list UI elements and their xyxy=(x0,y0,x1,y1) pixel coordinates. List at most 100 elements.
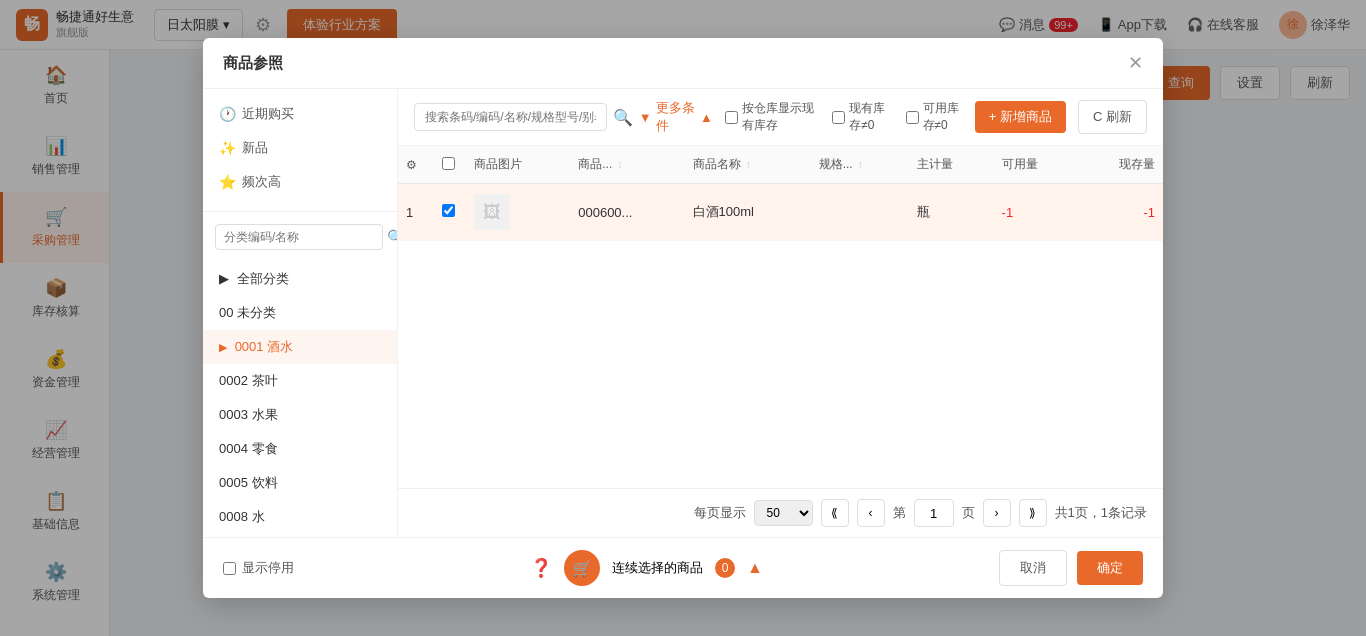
modal-footer: 显示停用 ❓ 🛒 连续选择的商品 0 ▲ 取消 确定 xyxy=(203,537,1163,598)
col-unit-label: 主计量 xyxy=(917,157,953,171)
checkbox-warehouse-stock[interactable]: 按仓库显示现有库存 xyxy=(725,100,816,134)
col-unit: 主计量 xyxy=(909,146,994,184)
filter-expand-icon: ▲ xyxy=(700,110,713,125)
cat0002-label: 0002 茶叶 xyxy=(219,373,278,388)
more-filter-button[interactable]: ▼ 更多条件 ▲ xyxy=(639,99,713,135)
col-spec-sort-icon: ↕ xyxy=(858,159,863,170)
col-name[interactable]: 商品名称 ↕ xyxy=(685,146,811,184)
col-settings[interactable]: ⚙ xyxy=(398,146,434,184)
col-code[interactable]: 商品... ↕ xyxy=(570,146,684,184)
column-settings-icon[interactable]: ⚙ xyxy=(406,158,417,172)
next-page-button[interactable]: › xyxy=(983,499,1011,527)
category-item-0001[interactable]: ▶ 0001 酒水 xyxy=(203,330,397,364)
col-available: 可用量 xyxy=(994,146,1079,184)
row-image: 🖼 xyxy=(466,184,570,241)
cat0008-label: 0008 水 xyxy=(219,509,265,524)
table-header-row: ⚙ 商品图片 商品... ↕ xyxy=(398,146,1163,184)
select-all-checkbox[interactable] xyxy=(442,157,455,170)
table-row[interactable]: 1 🖼 000600... 白酒100ml 瓶 -1 -1 xyxy=(398,184,1163,241)
modal-right-panel: 🔍 ▼ 更多条件 ▲ 按仓库显示现有库存 现有库存≠0 xyxy=(398,89,1163,537)
page-input[interactable] xyxy=(914,499,954,527)
row-checkbox[interactable] xyxy=(434,184,466,241)
row-code: 000600... xyxy=(570,184,684,241)
frequent-icon: ⭐ xyxy=(219,174,236,190)
category-item-00[interactable]: 00 未分类 xyxy=(203,296,397,330)
refresh-table-button[interactable]: C 刷新 xyxy=(1078,100,1147,134)
available-nonzero-label: 可用库存≠0 xyxy=(923,100,963,134)
col-spec-label: 规格... xyxy=(819,157,853,171)
available-nonzero-checkbox[interactable] xyxy=(906,111,919,124)
product-search-input[interactable] xyxy=(414,103,607,131)
quick-links: 🕐 近期购买 ✨ 新品 ⭐ 频次高 xyxy=(203,89,397,207)
warehouse-stock-checkbox[interactable] xyxy=(725,111,738,124)
row-spec xyxy=(811,184,909,241)
row-name: 白酒100ml xyxy=(685,184,811,241)
cancel-button[interactable]: 取消 xyxy=(999,550,1067,586)
add-product-button[interactable]: + 新增商品 xyxy=(975,101,1066,133)
modal-body: 🕐 近期购买 ✨ 新品 ⭐ 频次高 🔍 ▶ xyxy=(203,89,1163,537)
quick-link-frequent[interactable]: ⭐ 频次高 xyxy=(203,165,397,199)
col-name-sort-icon: ↕ xyxy=(746,159,751,170)
col-name-label: 商品名称 xyxy=(693,157,741,171)
col-image-label: 商品图片 xyxy=(474,157,522,171)
col-code-label: 商品... xyxy=(578,157,612,171)
page-text-label: 第 xyxy=(893,504,906,522)
cat0004-label: 0004 零食 xyxy=(219,441,278,456)
modal-close-button[interactable]: ✕ xyxy=(1128,52,1143,74)
product-thumbnail: 🖼 xyxy=(474,194,510,230)
page-size-select[interactable]: 50 100 xyxy=(754,500,813,526)
page-size-label: 每页显示 xyxy=(694,504,746,522)
product-search-icon[interactable]: 🔍 xyxy=(613,108,633,127)
cart-button[interactable]: 🛒 xyxy=(564,550,600,586)
quick-link-recent[interactable]: 🕐 近期购买 xyxy=(203,97,397,131)
cart-count-badge: 0 xyxy=(715,558,735,578)
category-item-0003[interactable]: 0003 水果 xyxy=(203,398,397,432)
footer-left: 显示停用 xyxy=(223,559,294,577)
show-disabled-checkbox-label[interactable]: 显示停用 xyxy=(223,559,294,577)
show-disabled-label: 显示停用 xyxy=(242,559,294,577)
category-search-input[interactable] xyxy=(215,224,383,250)
row-no: 1 xyxy=(398,184,434,241)
product-reference-modal: 商品参照 ✕ 🕐 近期购买 ✨ 新品 ⭐ 频次高 xyxy=(203,38,1163,598)
nonzero-stock-checkbox[interactable] xyxy=(832,111,845,124)
total-records-text: 共1页，1条记录 xyxy=(1055,504,1147,522)
all-category-label: 全部分类 xyxy=(237,271,289,286)
show-disabled-checkbox[interactable] xyxy=(223,562,236,575)
quick-link-new[interactable]: ✨ 新品 xyxy=(203,131,397,165)
category-item-0005[interactable]: 0005 饮料 xyxy=(203,466,397,500)
category-item-0008[interactable]: 0008 水 xyxy=(203,500,397,534)
col-stock: 现存量 xyxy=(1078,146,1163,184)
last-page-button[interactable]: ⟫ xyxy=(1019,499,1047,527)
recent-icon: 🕐 xyxy=(219,106,236,122)
quick-link-new-label: 新品 xyxy=(242,139,268,157)
category-item-0004[interactable]: 0004 零食 xyxy=(203,432,397,466)
row-select-checkbox[interactable] xyxy=(442,204,455,217)
divider xyxy=(203,211,397,212)
cat0003-label: 0003 水果 xyxy=(219,407,278,422)
col-spec[interactable]: 规格... ↕ xyxy=(811,146,909,184)
col-checkbox xyxy=(434,146,466,184)
pagination: 每页显示 50 100 ⟪ ‹ 第 页 › ⟫ 共1页，1条记录 xyxy=(398,488,1163,537)
new-icon: ✨ xyxy=(219,140,236,156)
prev-page-button[interactable]: ‹ xyxy=(857,499,885,527)
checkbox-nonzero-stock[interactable]: 现有库存≠0 xyxy=(832,100,889,134)
help-icon[interactable]: ❓ xyxy=(530,557,552,579)
cat00-label: 00 未分类 xyxy=(219,305,276,320)
cat0001-arrow: ▶ xyxy=(219,341,227,353)
modal-header: 商品参照 ✕ xyxy=(203,38,1163,89)
warehouse-stock-label: 按仓库显示现有库存 xyxy=(742,100,816,134)
checkbox-available-nonzero[interactable]: 可用库存≠0 xyxy=(906,100,963,134)
category-search-icon[interactable]: 🔍 xyxy=(387,229,398,245)
confirm-button[interactable]: 确定 xyxy=(1077,551,1143,585)
category-item-0002[interactable]: 0002 茶叶 xyxy=(203,364,397,398)
product-search-bar: 🔍 ▼ 更多条件 ▲ xyxy=(414,99,713,135)
product-table-area: ⚙ 商品图片 商品... ↕ xyxy=(398,146,1163,488)
first-page-button[interactable]: ⟪ xyxy=(821,499,849,527)
modal-toolbar: 🔍 ▼ 更多条件 ▲ 按仓库显示现有库存 现有库存≠0 xyxy=(398,89,1163,146)
collapse-up-button[interactable]: ▲ xyxy=(747,559,763,577)
col-available-label: 可用量 xyxy=(1002,157,1038,171)
modal-left-panel: 🕐 近期购买 ✨ 新品 ⭐ 频次高 🔍 ▶ xyxy=(203,89,398,537)
category-list: ▶ 全部分类 00 未分类 ▶ 0001 酒水 0002 茶叶 0003 水果 xyxy=(203,258,397,537)
category-item-all[interactable]: ▶ 全部分类 xyxy=(203,262,397,296)
modal-title: 商品参照 xyxy=(223,54,283,73)
